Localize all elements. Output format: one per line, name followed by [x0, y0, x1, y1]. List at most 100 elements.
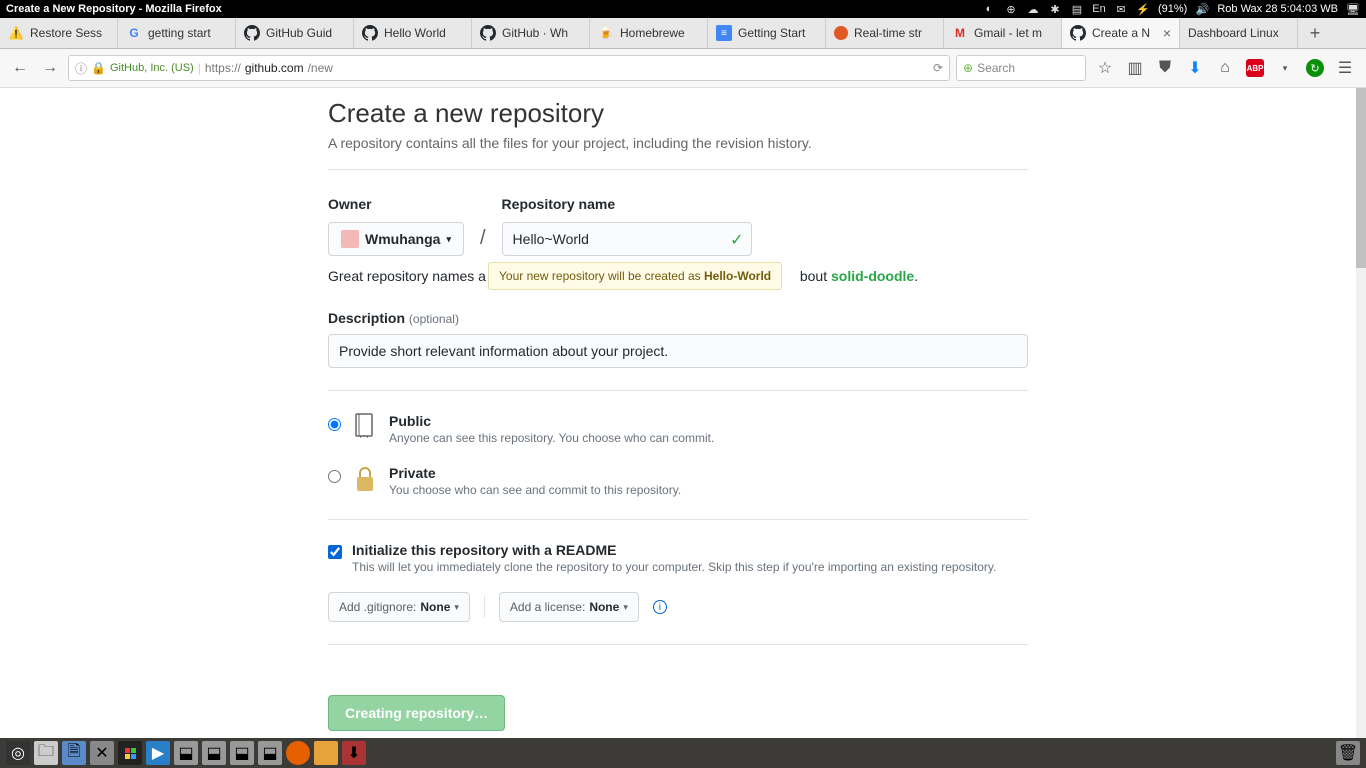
divider [328, 644, 1028, 645]
clock: Rob Wax 28 5:04:03 WB [1217, 3, 1338, 15]
avatar [341, 230, 359, 248]
tab-realtime[interactable]: Real-time str [826, 18, 944, 48]
files-icon[interactable]: 🗀 [34, 741, 58, 765]
tab-google[interactable]: Ggetting start [118, 18, 236, 48]
page-subtitle: A repository contains all the files for … [328, 135, 1028, 151]
generic-icon [834, 26, 848, 40]
forward-button[interactable]: → [38, 56, 62, 80]
site-identity: GitHub, Inc. (US) [110, 62, 194, 74]
trash-icon[interactable]: 🗑 [1336, 741, 1360, 765]
drive-icon[interactable]: ⬓ [230, 741, 254, 765]
menu-icon[interactable]: ☰ [1336, 59, 1354, 77]
private-radio[interactable] [328, 470, 341, 483]
private-title: Private [389, 465, 681, 481]
drive-icon[interactable]: ⬓ [202, 741, 226, 765]
tab-label: Homebrewe [620, 26, 685, 40]
pocket-icon[interactable]: ⛊ [1156, 59, 1174, 77]
app-icon[interactable]: ▶ [146, 741, 170, 765]
library-icon[interactable]: ▥ [1126, 59, 1144, 77]
chevron-down-icon[interactable]: ▾ [1276, 59, 1294, 77]
gitignore-select[interactable]: Add .gitignore: None▾ [328, 592, 470, 622]
os-top-bar: Create a New Repository - Mozilla Firefo… [0, 0, 1366, 18]
abp-icon[interactable]: ABP [1246, 59, 1264, 77]
hint-text: Great repository names a [328, 268, 486, 284]
reload-icon[interactable]: ⟳ [933, 61, 943, 75]
back-button[interactable]: ← [8, 56, 32, 80]
repo-name-input[interactable] [502, 222, 752, 256]
app-icon[interactable] [118, 741, 142, 765]
tab-github-wh[interactable]: GitHub · Wh [472, 18, 590, 48]
tray-volume-icon: 🔊 [1195, 2, 1209, 16]
public-radio[interactable] [328, 418, 341, 431]
firefox-icon[interactable] [286, 741, 310, 765]
public-title: Public [389, 413, 714, 429]
tab-label: Gmail - let m [974, 26, 1042, 40]
license-label: Add a license: [510, 600, 585, 614]
suggestion-link[interactable]: solid-doodle [831, 268, 914, 284]
os-tray: ◐ ⊕ ☁ ✱ ▤ En ✉ ⚡ (91%) 🔊 Rob Wax 28 5:04… [982, 2, 1360, 16]
create-repo-button[interactable]: Creating repository… [328, 695, 505, 731]
divider [328, 169, 1028, 170]
divider [328, 519, 1028, 520]
divider [328, 390, 1028, 391]
tooltip-repo-name: Hello-World [704, 269, 771, 283]
tray-icon: ☁ [1026, 2, 1040, 16]
drive-icon[interactable]: ⬓ [174, 741, 198, 765]
app-icon[interactable] [314, 741, 338, 765]
tab-dashboard[interactable]: Dashboard Linux [1180, 18, 1298, 48]
check-icon: ✓ [730, 230, 743, 250]
tray-mail-icon: ✉ [1114, 2, 1128, 16]
tab-label: Real-time str [854, 26, 922, 40]
drive-icon[interactable]: ⬓ [258, 741, 282, 765]
close-icon[interactable]: × [1163, 25, 1171, 41]
tab-label: Dashboard Linux [1188, 26, 1279, 40]
scrollbar-thumb[interactable] [1356, 88, 1366, 268]
chevron-down-icon: ▾ [446, 234, 451, 245]
tab-getting-start[interactable]: ≡Getting Start [708, 18, 826, 48]
readme-checkbox[interactable] [328, 545, 342, 559]
chevron-down-icon: ▾ [454, 602, 459, 613]
tab-homebrew[interactable]: 🍺Homebrewe [590, 18, 708, 48]
search-box[interactable]: ⊕ Search [956, 55, 1086, 81]
gmail-icon: M [952, 25, 968, 41]
home-icon[interactable]: ⌂ [1216, 59, 1234, 77]
readme-desc: This will let you immediately clone the … [352, 560, 996, 574]
github-icon [1070, 25, 1086, 41]
refresh-icon[interactable]: ↻ [1306, 59, 1324, 77]
new-tab-button[interactable]: + [1298, 18, 1332, 48]
tab-hello-world[interactable]: Hello World [354, 18, 472, 48]
bookmark-star-icon[interactable] [1096, 59, 1114, 77]
warning-icon: ⚠️ [8, 25, 24, 41]
tab-label: Getting Start [738, 26, 805, 40]
tools-icon[interactable]: ✕ [90, 741, 114, 765]
downloads-icon[interactable]: ⬇ [1186, 59, 1204, 77]
owner-select[interactable]: Wmuhanga ▾ [328, 222, 464, 256]
info-icon[interactable]: i [653, 600, 667, 614]
scrollbar[interactable] [1356, 88, 1366, 738]
repo-public-icon [351, 413, 379, 441]
lock-icon: 🔒 [91, 61, 106, 75]
lock-icon [351, 465, 379, 493]
url-host: github.com [245, 61, 304, 75]
tab-gmail[interactable]: M Gmail - let m [944, 18, 1062, 48]
tab-create-repo[interactable]: Create a N× [1062, 18, 1180, 48]
description-input[interactable] [328, 334, 1028, 368]
tab-label: getting start [148, 26, 211, 40]
info-icon: ⓘ [75, 60, 87, 77]
tab-label: GitHub · Wh [502, 26, 568, 40]
url-bar[interactable]: ⓘ 🔒 GitHub, Inc. (US) | https://github.c… [68, 55, 950, 81]
tab-restore[interactable]: ⚠️ Restore Sess [0, 18, 118, 48]
slash: / [480, 227, 486, 250]
search-icon: ⊕ [963, 61, 973, 75]
description-label: Description [328, 310, 405, 326]
launcher-icon[interactable]: ◎ [6, 741, 30, 765]
hint-middle: bout [800, 268, 831, 284]
license-select[interactable]: Add a license: None▾ [499, 592, 639, 622]
gitignore-label: Add .gitignore: [339, 600, 416, 614]
tab-github-guides[interactable]: GitHub Guid [236, 18, 354, 48]
app-icon[interactable]: ⬇ [342, 741, 366, 765]
tab-label: Restore Sess [30, 26, 102, 40]
document-icon[interactable]: 🗎 [62, 741, 86, 765]
tooltip-text: Your new repository will be created as [499, 269, 704, 283]
public-desc: Anyone can see this repository. You choo… [389, 431, 714, 445]
